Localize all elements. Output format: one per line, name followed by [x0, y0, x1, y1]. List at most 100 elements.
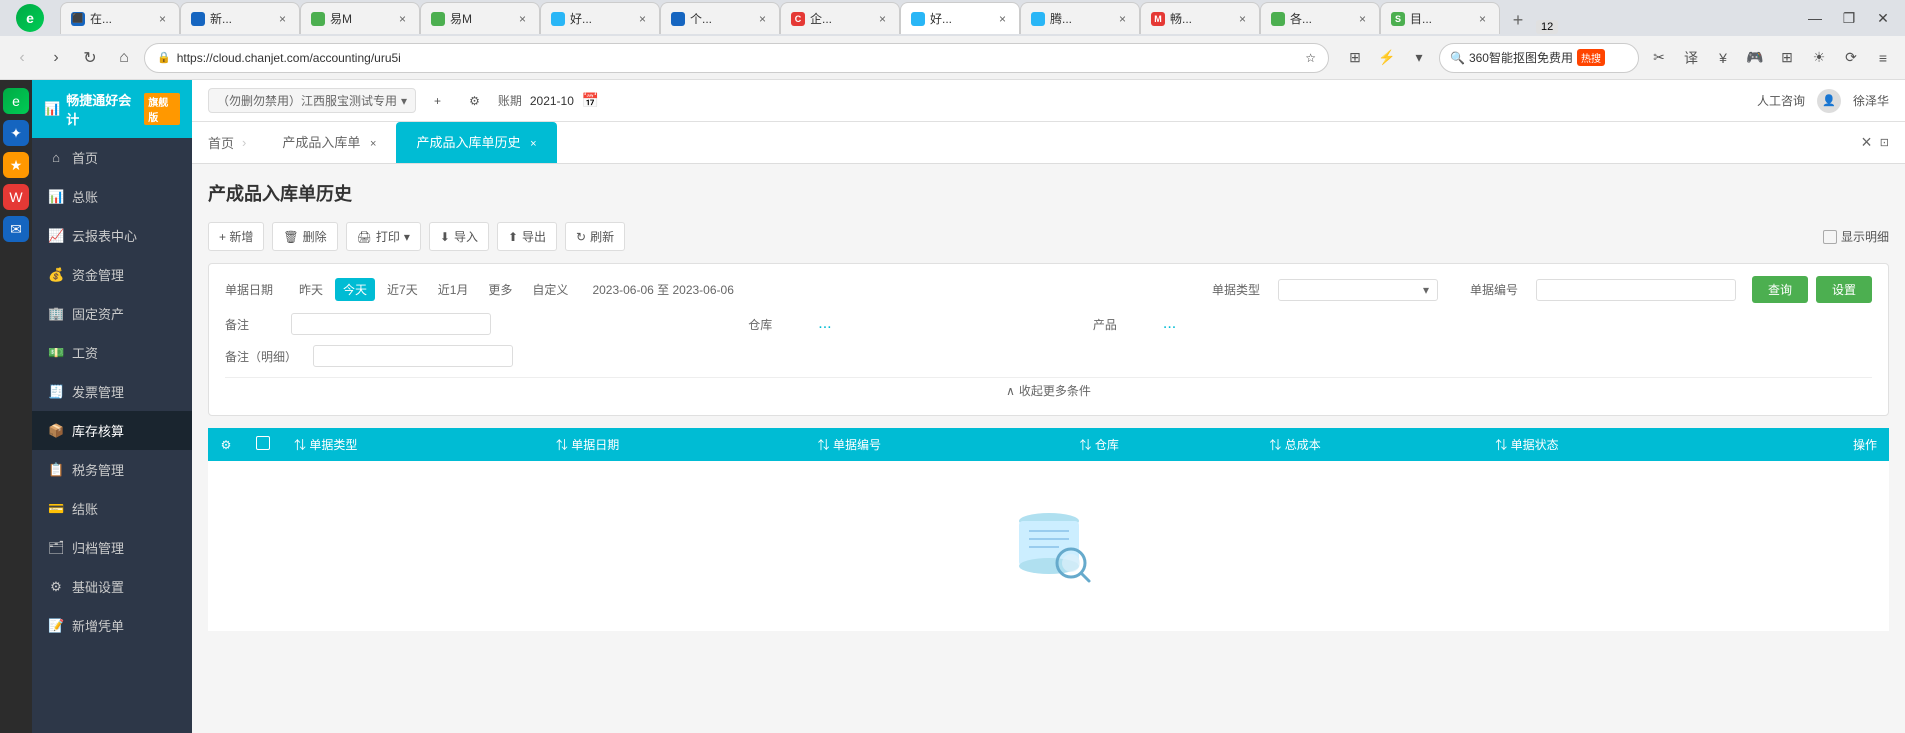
col-checkbox[interactable] — [244, 428, 282, 461]
tab-8[interactable]: 好... × — [900, 2, 1020, 34]
tab-1[interactable]: ⬛ 在... × — [60, 2, 180, 34]
account-selector[interactable]: （勿删勿禁用）江西服宝测试专用 ▾ — [208, 88, 416, 113]
forward-button[interactable]: › — [42, 44, 70, 72]
app-icon-weibo[interactable]: W — [3, 184, 29, 210]
tab-6-close[interactable]: × — [756, 11, 769, 27]
tab-7[interactable]: C 企... × — [780, 2, 900, 34]
sidebar-item-general-ledger[interactable]: 📊 总账 — [32, 177, 192, 216]
sidebar-item-inventory[interactable]: 📦 库存核算 — [32, 411, 192, 450]
home-button[interactable]: ⌂ — [110, 44, 138, 72]
tab-12-close[interactable]: × — [1476, 11, 1489, 27]
sidebar-item-cloud-report[interactable]: 📈 云报表中心 — [32, 216, 192, 255]
panel-shrink-icon[interactable]: ⊡ — [1880, 136, 1889, 149]
tab-10-close[interactable]: × — [1236, 11, 1249, 27]
tab-9[interactable]: 腾... × — [1020, 2, 1140, 34]
sidebar-item-new-voucher[interactable]: 📝 新增凭单 — [32, 606, 192, 645]
tab-5[interactable]: 好... × — [540, 2, 660, 34]
breadcrumb-home[interactable]: 首页 — [208, 133, 234, 152]
app-icon-2[interactable]: ★ — [3, 152, 29, 178]
date-btn-custom[interactable]: 自定义 — [524, 278, 576, 301]
settings-gear-button[interactable]: ⚙ — [459, 89, 490, 113]
remark-filter-input[interactable] — [291, 313, 491, 335]
col-type[interactable]: ⇅ 单据类型 — [282, 428, 544, 461]
game-icon[interactable]: 🎮 — [1741, 44, 1769, 72]
grid-icon[interactable]: ⊞ — [1773, 44, 1801, 72]
close-button[interactable]: ✕ — [1869, 4, 1897, 32]
extensions-icon[interactable]: ⊞ — [1341, 44, 1369, 72]
reload-button[interactable]: ↻ — [76, 44, 104, 72]
user-consult-link[interactable]: 人工咨询 — [1757, 92, 1805, 109]
sidebar-item-home[interactable]: ⌂ 首页 — [32, 138, 192, 177]
warehouse-dots[interactable]: ... — [814, 315, 835, 333]
new-tab-button[interactable]: + — [1504, 6, 1532, 34]
tab-6[interactable]: 个... × — [660, 2, 780, 34]
type-filter-select[interactable]: ▾ — [1278, 279, 1438, 301]
col-settings[interactable]: ⚙ — [208, 428, 244, 461]
tab-7-close[interactable]: × — [876, 11, 889, 27]
theme-icon[interactable]: ☀ — [1805, 44, 1833, 72]
tab-list-close-icon[interactable]: × — [370, 138, 376, 150]
date-btn-1month[interactable]: 近1月 — [430, 278, 477, 301]
translate-icon[interactable]: 译 — [1677, 44, 1705, 72]
tab-3[interactable]: 易M × — [300, 2, 420, 34]
sidebar-item-invoice[interactable]: 🧾 发票管理 — [32, 372, 192, 411]
date-btn-7days[interactable]: 近7天 — [379, 278, 426, 301]
tab-10[interactable]: M 畅... × — [1140, 2, 1260, 34]
sidebar-item-tax[interactable]: 📋 税务管理 — [32, 450, 192, 489]
back-button[interactable]: ‹ — [8, 44, 36, 72]
add-account-button[interactable]: + — [424, 89, 451, 113]
panel-close-icon[interactable]: × — [1861, 132, 1872, 153]
app-icon-1[interactable]: ✦ — [3, 120, 29, 146]
tab-2-close[interactable]: × — [276, 11, 289, 27]
date-btn-yesterday[interactable]: 昨天 — [291, 278, 331, 301]
sync-icon[interactable]: ⟳ — [1837, 44, 1865, 72]
app-icon-mail[interactable]: ✉ — [3, 216, 29, 242]
tab-2[interactable]: 新... × — [180, 2, 300, 34]
tab-3-close[interactable]: × — [396, 11, 409, 27]
tab-5-close[interactable]: × — [636, 11, 649, 27]
delete-button[interactable]: 🗑 删除 — [272, 222, 337, 251]
add-button[interactable]: + 新增 — [208, 222, 264, 251]
collapse-filter-button[interactable]: ∧ 收起更多条件 — [225, 377, 1872, 403]
sidebar-item-basic-settings[interactable]: ⚙ 基础设置 — [32, 567, 192, 606]
select-all-checkbox[interactable] — [256, 436, 270, 450]
date-btn-more[interactable]: 更多 — [480, 278, 520, 301]
product-dots[interactable]: ... — [1159, 315, 1180, 333]
minimize-button[interactable]: — — [1801, 4, 1829, 32]
tab-11[interactable]: 各... × — [1260, 2, 1380, 34]
tab-8-close[interactable]: × — [996, 11, 1009, 27]
sidebar-item-payroll[interactable]: 💵 工资 — [32, 333, 192, 372]
yuan-icon[interactable]: ¥ — [1709, 44, 1737, 72]
lightning-icon[interactable]: ⚡ — [1373, 44, 1401, 72]
export-button[interactable]: ⬆ 导出 — [497, 222, 557, 251]
col-warehouse[interactable]: ⇅ 仓库 — [1067, 428, 1257, 461]
print-button[interactable]: 🖨 打印 ▾ — [346, 222, 421, 251]
sidebar-item-fund[interactable]: 💰 资金管理 — [32, 255, 192, 294]
url-star-icon[interactable]: ☆ — [1305, 51, 1316, 65]
scissors-icon[interactable]: ✂ — [1645, 44, 1673, 72]
url-bar[interactable]: 🔒 https://cloud.chanjet.com/accounting/u… — [144, 43, 1329, 73]
tab-4[interactable]: 易M × — [420, 2, 540, 34]
col-total-cost[interactable]: ⇅ 总成本 — [1257, 428, 1483, 461]
import-button[interactable]: ⬇ 导入 — [429, 222, 489, 251]
tab-4-close[interactable]: × — [516, 11, 529, 27]
tab-12[interactable]: S 目... × — [1380, 2, 1500, 34]
col-date[interactable]: ⇅ 单据日期 — [544, 428, 806, 461]
menu-icon[interactable]: ≡ — [1869, 44, 1897, 72]
tab-list-page[interactable]: 产成品入库单 × — [262, 122, 396, 163]
tab-9-close[interactable]: × — [1116, 11, 1129, 27]
query-button[interactable]: 查询 — [1752, 276, 1808, 303]
filter-settings-button[interactable]: 设置 — [1816, 276, 1872, 303]
refresh-button[interactable]: ↻ 刷新 — [565, 222, 625, 251]
sidebar-item-fixed-asset[interactable]: 🏢 固定资产 — [32, 294, 192, 333]
calendar-icon[interactable]: 📅 — [582, 92, 599, 109]
col-number[interactable]: ⇅ 单据编号 — [806, 428, 1068, 461]
browser-logo[interactable]: e — [16, 4, 44, 32]
tab-history-page[interactable]: 产成品入库单历史 × — [396, 122, 556, 163]
tab-1-close[interactable]: × — [156, 11, 169, 27]
number-filter-input[interactable] — [1536, 279, 1736, 301]
tab-11-close[interactable]: × — [1356, 11, 1369, 27]
dropdown-icon[interactable]: ▾ — [1405, 44, 1433, 72]
show-fields-toggle[interactable]: 显示明细 — [1823, 228, 1889, 245]
date-btn-today[interactable]: 今天 — [335, 278, 375, 301]
